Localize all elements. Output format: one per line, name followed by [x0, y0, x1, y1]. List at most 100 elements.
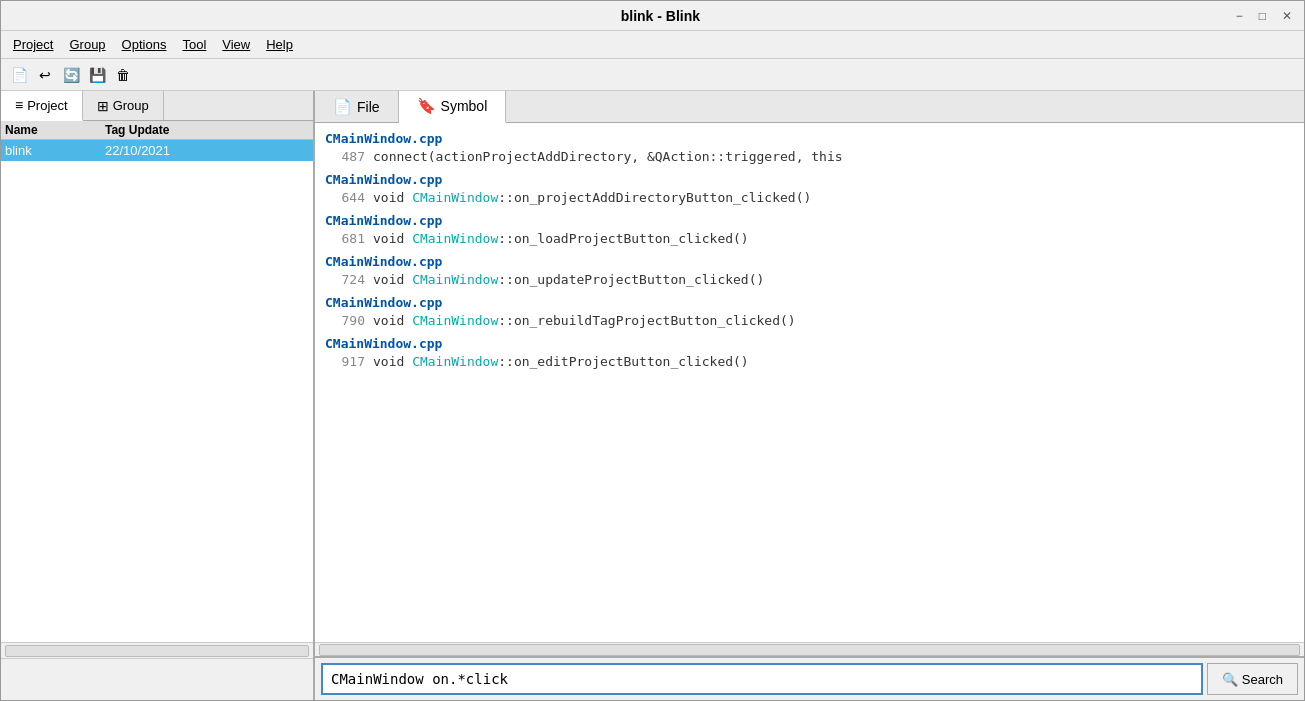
titlebar: blink - Blink − □ ✕	[1, 1, 1304, 31]
left-hscroll-track[interactable]	[5, 645, 309, 657]
right-tab-icon-symbol: 🔖	[417, 97, 436, 115]
search-button-label: Search	[1242, 672, 1283, 687]
col-tagupdate-header: Tag Update	[105, 123, 309, 137]
right-panel: 📄File🔖Symbol CMainWindow.cpp487 connect(…	[315, 91, 1304, 700]
result-group: CMainWindow.cpp681 void CMainWindow::on_l…	[315, 209, 1304, 248]
result-code: void CMainWindow::on_loadProjectButton_c…	[373, 231, 749, 246]
result-group: CMainWindow.cpp487 connect(actionProject…	[315, 127, 1304, 166]
result-linenum: 681	[325, 231, 365, 246]
result-code: void CMainWindow::on_projectAddDirectory…	[373, 190, 811, 205]
search-button[interactable]: 🔍 Search	[1207, 663, 1298, 695]
code-part-plain: void	[373, 313, 412, 328]
project-tag-update: 22/10/2021	[105, 143, 309, 158]
code-part-plain: ::on_updateProjectButton_clicked()	[498, 272, 764, 287]
code-part-classname: CMainWindow	[412, 313, 498, 328]
undo-button[interactable]: ↩	[33, 63, 57, 87]
project-list-header: Name Tag Update	[1, 121, 313, 140]
code-part-plain: void	[373, 354, 412, 369]
close-button[interactable]: ✕	[1278, 9, 1296, 23]
new-button[interactable]: 📄	[7, 63, 31, 87]
result-filename[interactable]: CMainWindow.cpp	[315, 168, 1304, 188]
project-row[interactable]: blink22/10/2021	[1, 140, 313, 161]
minimize-button[interactable]: −	[1232, 9, 1247, 23]
result-linenum: 790	[325, 313, 365, 328]
right-tab-label-symbol: Symbol	[441, 98, 488, 114]
result-line: 487 connect(actionProjectAddDirectory, &…	[315, 147, 1304, 166]
result-group: CMainWindow.cpp917 void CMainWindow::on_e…	[315, 332, 1304, 371]
save-button[interactable]: 💾	[85, 63, 109, 87]
left-tab-label-group: Group	[113, 98, 149, 113]
menubar: ProjectGroupOptionsToolViewHelp	[1, 31, 1304, 59]
menu-item-help[interactable]: Help	[258, 34, 301, 55]
results-hscroll-track[interactable]	[319, 644, 1300, 656]
result-linenum: 644	[325, 190, 365, 205]
code-part-plain: ::on_projectAddDirectoryButton_clicked()	[498, 190, 811, 205]
result-group: CMainWindow.cpp790 void CMainWindow::on_r…	[315, 291, 1304, 330]
search-input[interactable]	[321, 663, 1203, 695]
delete-button[interactable]: 🗑	[111, 63, 135, 87]
toolbar: 📄↩🔄💾🗑	[1, 59, 1304, 91]
left-panel: ≡ Project ⊞ Group Name Tag Update blink22/1…	[1, 91, 315, 700]
code-part-plain: ::on_rebuildTagProjectButton_clicked()	[498, 313, 795, 328]
code-part-plain: connect(actionProjectAddDirectory, &QAct…	[373, 149, 843, 164]
search-bar: 🔍 Search	[315, 656, 1304, 700]
menu-item-group[interactable]: Group	[61, 34, 113, 55]
refresh-button[interactable]: 🔄	[59, 63, 83, 87]
result-linenum: 917	[325, 354, 365, 369]
left-tabs: ≡ Project ⊞ Group	[1, 91, 313, 121]
left-tab-icon-project: ≡	[15, 97, 23, 113]
code-part-plain: void	[373, 190, 412, 205]
code-part-plain: void	[373, 272, 412, 287]
code-part-plain: ::on_loadProjectButton_clicked()	[498, 231, 748, 246]
result-line: 681 void CMainWindow::on_loadProjectButto…	[315, 229, 1304, 248]
menu-item-view[interactable]: View	[214, 34, 258, 55]
left-tab-project[interactable]: ≡ Project	[1, 91, 83, 121]
left-tab-group[interactable]: ⊞ Group	[83, 91, 164, 120]
right-tab-symbol[interactable]: 🔖 Symbol	[399, 91, 507, 123]
left-bottom-area	[1, 658, 313, 700]
code-part-classname: CMainWindow	[412, 190, 498, 205]
maximize-button[interactable]: □	[1255, 9, 1270, 23]
main-area: ≡ Project ⊞ Group Name Tag Update blink22/1…	[1, 91, 1304, 700]
window-controls: − □ ✕	[1232, 9, 1296, 23]
right-tab-file[interactable]: 📄 File	[315, 91, 399, 122]
code-part-classname: CMainWindow	[412, 231, 498, 246]
result-line: 724 void CMainWindow::on_updateProjectBut…	[315, 270, 1304, 289]
menu-item-options[interactable]: Options	[114, 34, 175, 55]
code-part-plain: ::on_editProjectButton_clicked()	[498, 354, 748, 369]
code-part-classname: CMainWindow	[412, 354, 498, 369]
left-horizontal-scrollbar[interactable]	[1, 642, 313, 658]
results-container: CMainWindow.cpp487 connect(actionProject…	[315, 127, 1304, 371]
result-code: connect(actionProjectAddDirectory, &QAct…	[373, 149, 843, 164]
result-code: void CMainWindow::on_rebuildTagProjectBu…	[373, 313, 796, 328]
code-part-plain: void	[373, 231, 412, 246]
search-icon: 🔍	[1222, 672, 1238, 687]
project-name: blink	[5, 143, 105, 158]
window-title: blink - Blink	[89, 8, 1232, 24]
project-list: blink22/10/2021	[1, 140, 313, 642]
result-code: void CMainWindow::on_updateProjectButton…	[373, 272, 764, 287]
result-line: 917 void CMainWindow::on_editProjectButto…	[315, 352, 1304, 371]
result-filename[interactable]: CMainWindow.cpp	[315, 127, 1304, 147]
result-filename[interactable]: CMainWindow.cpp	[315, 250, 1304, 270]
right-tabs: 📄 File 🔖 Symbol	[315, 91, 1304, 123]
results-area[interactable]: CMainWindow.cpp487 connect(actionProject…	[315, 123, 1304, 642]
results-horizontal-scrollbar[interactable]	[315, 642, 1304, 656]
result-line: 790 void CMainWindow::on_rebuildTagProjec…	[315, 311, 1304, 330]
left-tab-icon-group: ⊞	[97, 98, 109, 114]
right-tab-label-file: File	[357, 99, 380, 115]
code-part-classname: CMainWindow	[412, 272, 498, 287]
result-filename[interactable]: CMainWindow.cpp	[315, 291, 1304, 311]
menu-item-project[interactable]: Project	[5, 34, 61, 55]
result-group: CMainWindow.cpp644 void CMainWindow::on_p…	[315, 168, 1304, 207]
result-linenum: 724	[325, 272, 365, 287]
result-line: 644 void CMainWindow::on_projectAddDirect…	[315, 188, 1304, 207]
right-tab-icon-file: 📄	[333, 98, 352, 116]
left-tab-label-project: Project	[27, 98, 67, 113]
col-name-header: Name	[5, 123, 105, 137]
result-filename[interactable]: CMainWindow.cpp	[315, 332, 1304, 352]
result-code: void CMainWindow::on_editProjectButton_c…	[373, 354, 749, 369]
result-linenum: 487	[325, 149, 365, 164]
menu-item-tool[interactable]: Tool	[174, 34, 214, 55]
result-filename[interactable]: CMainWindow.cpp	[315, 209, 1304, 229]
